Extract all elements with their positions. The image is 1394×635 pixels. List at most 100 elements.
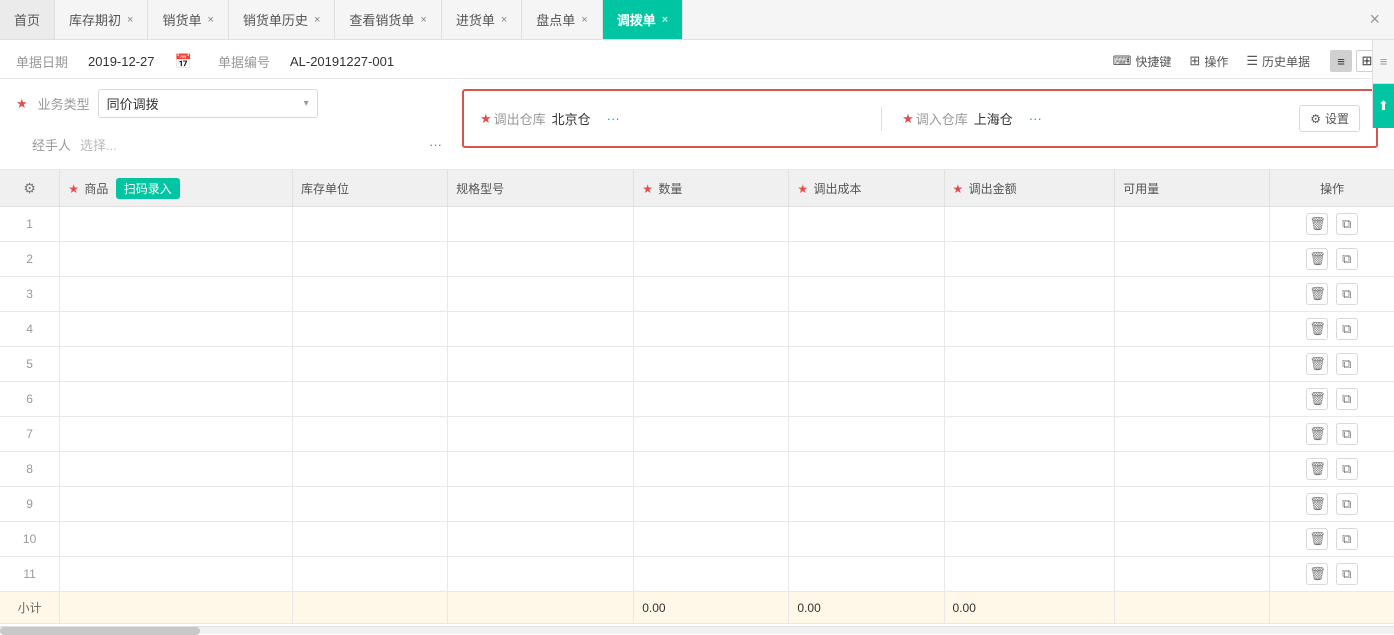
cell-product[interactable] <box>60 382 293 417</box>
cell-spec[interactable] <box>448 522 634 557</box>
cell-amount[interactable] <box>944 522 1115 557</box>
cell-spec[interactable] <box>448 487 634 522</box>
copy-row-icon[interactable]: ⧉ <box>1336 493 1358 515</box>
copy-row-icon[interactable]: ⧉ <box>1336 563 1358 585</box>
shortcut-btn[interactable]: ⌨ 快捷键 <box>1109 51 1176 72</box>
cell-qty[interactable] <box>634 207 789 242</box>
tab-view-sales[interactable]: 查看销货单 × <box>335 0 441 40</box>
tab-transfer-order[interactable]: 调拨单 × <box>603 0 683 40</box>
tab-inventory-init[interactable]: 库存期初 × <box>55 0 148 40</box>
calendar-icon[interactable]: 📅 <box>175 53 192 70</box>
tab-inventory-init-close[interactable]: × <box>127 14 133 26</box>
cell-cost[interactable] <box>789 382 944 417</box>
cell-cost[interactable] <box>789 557 944 592</box>
tab-sales-history[interactable]: 销货单历史 × <box>229 0 335 40</box>
copy-row-icon[interactable]: ⧉ <box>1336 283 1358 305</box>
tab-sales-order[interactable]: 销货单 × <box>148 0 228 40</box>
cell-spec[interactable] <box>448 382 634 417</box>
cell-qty[interactable] <box>634 347 789 382</box>
cell-spec[interactable] <box>448 277 634 312</box>
cell-product[interactable] <box>60 417 293 452</box>
cell-amount[interactable] <box>944 277 1115 312</box>
cell-spec[interactable] <box>448 347 634 382</box>
cell-qty[interactable] <box>634 382 789 417</box>
copy-row-icon[interactable]: ⧉ <box>1336 388 1358 410</box>
tab-inventory-count[interactable]: 盘点单 × <box>522 0 602 40</box>
cell-unit[interactable] <box>292 207 447 242</box>
copy-row-icon[interactable]: ⧉ <box>1336 353 1358 375</box>
cell-cost[interactable] <box>789 522 944 557</box>
cell-product[interactable] <box>60 277 293 312</box>
cell-amount[interactable] <box>944 242 1115 277</box>
cell-available[interactable] <box>1115 242 1270 277</box>
cell-unit[interactable] <box>292 522 447 557</box>
delete-row-icon[interactable]: 🗑 <box>1306 388 1328 410</box>
person-select[interactable]: 选择... <box>79 130 279 159</box>
cell-cost[interactable] <box>789 347 944 382</box>
cell-amount[interactable] <box>944 207 1115 242</box>
horizontal-scrollbar[interactable] <box>0 626 1394 634</box>
cell-amount[interactable] <box>944 417 1115 452</box>
transfer-out-more-icon[interactable]: ··· <box>603 111 624 126</box>
delete-row-icon[interactable]: 🗑 <box>1306 528 1328 550</box>
cell-unit[interactable] <box>292 347 447 382</box>
cell-amount[interactable] <box>944 347 1115 382</box>
cell-product[interactable] <box>60 312 293 347</box>
table-settings-icon[interactable]: ⚙ <box>19 177 41 199</box>
copy-row-icon[interactable]: ⧉ <box>1336 528 1358 550</box>
cell-product[interactable] <box>60 207 293 242</box>
tab-sales-history-close[interactable]: × <box>314 14 320 26</box>
delete-row-icon[interactable]: 🗑 <box>1306 283 1328 305</box>
copy-row-icon[interactable]: ⧉ <box>1336 213 1358 235</box>
cell-available[interactable] <box>1115 522 1270 557</box>
cell-unit[interactable] <box>292 382 447 417</box>
cell-unit[interactable] <box>292 452 447 487</box>
th-settings[interactable]: ⚙ <box>0 170 60 207</box>
cell-unit[interactable] <box>292 487 447 522</box>
cell-qty[interactable] <box>634 312 789 347</box>
cell-qty[interactable] <box>634 557 789 592</box>
delete-row-icon[interactable]: 🗑 <box>1306 248 1328 270</box>
tab-transfer-order-close[interactable]: × <box>662 14 668 26</box>
person-more-icon[interactable]: ··· <box>425 137 446 152</box>
tab-purchase-order-close[interactable]: × <box>501 14 507 26</box>
cell-available[interactable] <box>1115 557 1270 592</box>
cell-unit[interactable] <box>292 312 447 347</box>
cell-cost[interactable] <box>789 417 944 452</box>
cell-available[interactable] <box>1115 312 1270 347</box>
cell-available[interactable] <box>1115 277 1270 312</box>
cell-available[interactable] <box>1115 417 1270 452</box>
cell-available[interactable] <box>1115 382 1270 417</box>
delete-row-icon[interactable]: 🗑 <box>1306 458 1328 480</box>
delete-row-icon[interactable]: 🗑 <box>1306 318 1328 340</box>
cell-amount[interactable] <box>944 382 1115 417</box>
scan-entry-btn[interactable]: 扫码录入 <box>116 178 180 199</box>
cell-spec[interactable] <box>448 207 634 242</box>
sidebar-export-icon[interactable]: ⬆ <box>1373 84 1394 128</box>
cell-available[interactable] <box>1115 452 1270 487</box>
transfer-in-more-icon[interactable]: ··· <box>1025 111 1046 126</box>
cell-qty[interactable] <box>634 522 789 557</box>
cell-amount[interactable] <box>944 312 1115 347</box>
cell-cost[interactable] <box>789 487 944 522</box>
cell-cost[interactable] <box>789 312 944 347</box>
cell-spec[interactable] <box>448 312 634 347</box>
view-toggle-list[interactable]: ≡ <box>1330 50 1352 72</box>
cell-amount[interactable] <box>944 452 1115 487</box>
cell-spec[interactable] <box>448 242 634 277</box>
cell-spec[interactable] <box>448 417 634 452</box>
cell-available[interactable] <box>1115 487 1270 522</box>
business-type-select[interactable]: 同价调拨 ▾ <box>98 89 318 118</box>
cell-product[interactable] <box>60 452 293 487</box>
cell-cost[interactable] <box>789 242 944 277</box>
cell-qty[interactable] <box>634 452 789 487</box>
tab-sales-order-close[interactable]: × <box>207 14 213 26</box>
copy-row-icon[interactable]: ⧉ <box>1336 318 1358 340</box>
cell-product[interactable] <box>60 242 293 277</box>
tab-purchase-order[interactable]: 进货单 × <box>442 0 522 40</box>
delete-row-icon[interactable]: 🗑 <box>1306 493 1328 515</box>
cell-amount[interactable] <box>944 557 1115 592</box>
tab-inventory-count-close[interactable]: × <box>581 14 587 26</box>
cell-spec[interactable] <box>448 452 634 487</box>
cell-unit[interactable] <box>292 557 447 592</box>
